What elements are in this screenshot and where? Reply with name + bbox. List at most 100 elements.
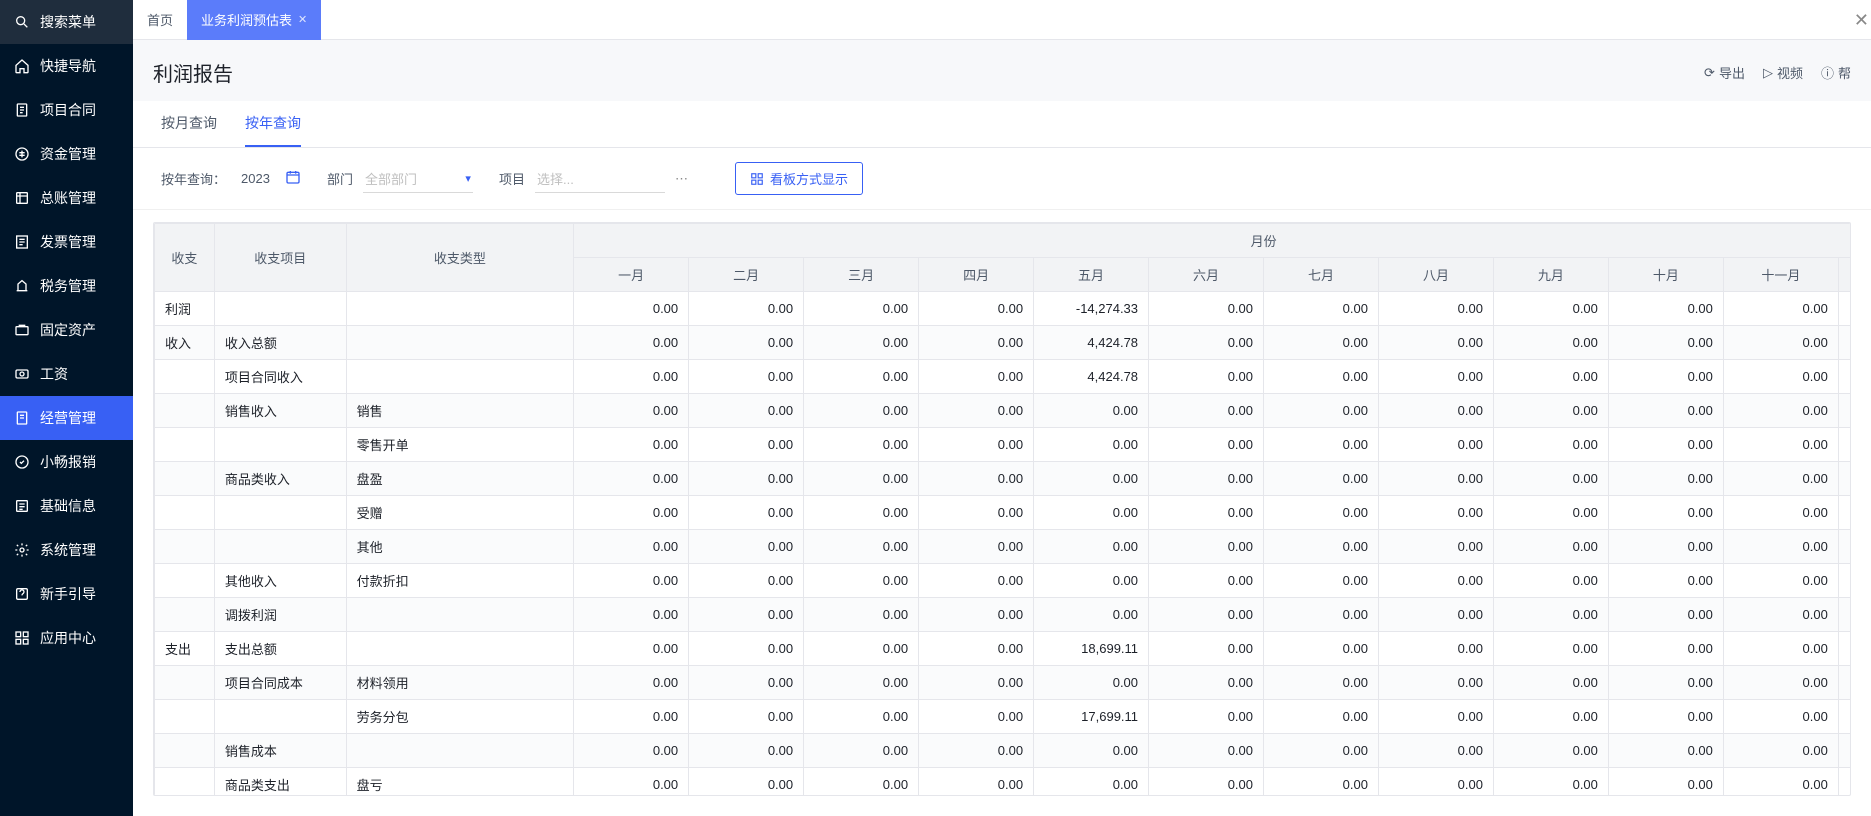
col-month-1: 二月 <box>689 258 804 292</box>
cell-cat <box>155 394 215 428</box>
cell-typ: 销售 <box>346 394 574 428</box>
cell-m11 <box>1838 292 1851 326</box>
cell-m7: 0.00 <box>1378 428 1493 462</box>
cell-m11 <box>1838 768 1851 797</box>
cell-m10: 0.00 <box>1723 768 1838 797</box>
cell-m9: 0.00 <box>1608 768 1723 797</box>
cell-typ <box>346 292 574 326</box>
tab-profit-estimate-label: 业务利润预估表 <box>201 10 292 29</box>
cell-m6: 0.00 <box>1264 530 1379 564</box>
sidebar-item-label: 工资 <box>40 364 68 384</box>
sidebar-item-label: 税务管理 <box>40 276 96 296</box>
cell-m1: 0.00 <box>689 632 804 666</box>
col-month-4: 五月 <box>1034 258 1149 292</box>
cell-sub <box>214 428 346 462</box>
cell-m9: 0.00 <box>1608 564 1723 598</box>
sidebar-item-13[interactable]: 新手引导 <box>0 572 133 616</box>
cell-sub: 其他收入 <box>214 564 346 598</box>
cell-m2: 0.00 <box>804 768 919 797</box>
sidebar-item-10[interactable]: 小畅报销 <box>0 440 133 484</box>
cell-m0: 0.00 <box>574 632 689 666</box>
sidebar-item-7[interactable]: 固定资产 <box>0 308 133 352</box>
cell-m7: 0.00 <box>1378 496 1493 530</box>
project-label: 项目 <box>499 169 525 188</box>
cell-m10: 0.00 <box>1723 496 1838 530</box>
more-icon[interactable]: ⋯ <box>675 171 689 187</box>
cell-m4: 0.00 <box>1034 394 1149 428</box>
cell-m10: 0.00 <box>1723 598 1838 632</box>
year-input[interactable]: 2023 <box>236 168 275 189</box>
cell-cat <box>155 666 215 700</box>
table-row: 受赠0.000.000.000.000.000.000.000.000.000.… <box>155 496 1852 530</box>
cell-m6: 0.00 <box>1264 666 1379 700</box>
cell-sub <box>214 292 346 326</box>
sidebar-item-11[interactable]: 基础信息 <box>0 484 133 528</box>
cell-m7: 0.00 <box>1378 632 1493 666</box>
help-button[interactable]: ⓘ 帮 <box>1821 63 1851 82</box>
cell-m5: 0.00 <box>1149 700 1264 734</box>
cell-typ <box>346 360 574 394</box>
kanban-button[interactable]: 看板方式显示 <box>735 162 863 195</box>
tab-close-all-icon[interactable]: ✕ <box>1854 10 1869 31</box>
cell-m0: 0.00 <box>574 394 689 428</box>
cell-m6: 0.00 <box>1264 734 1379 768</box>
cell-m11 <box>1838 564 1851 598</box>
tab-profit-estimate[interactable]: 业务利润预估表 ✕ <box>187 0 321 40</box>
video-button[interactable]: ▷ 视频 <box>1763 63 1803 82</box>
calendar-icon[interactable] <box>285 169 301 188</box>
cell-m10: 0.00 <box>1723 428 1838 462</box>
cell-typ <box>346 632 574 666</box>
cell-m2: 0.00 <box>804 326 919 360</box>
cell-m0: 0.00 <box>574 598 689 632</box>
sidebar-item-8[interactable]: 工资 <box>0 352 133 396</box>
col-month-8: 九月 <box>1493 258 1608 292</box>
dept-select[interactable]: 全部部门 ▾ <box>363 165 473 193</box>
tab-home-label: 首页 <box>147 10 173 29</box>
grid-icon <box>750 172 764 186</box>
cell-m4: 0.00 <box>1034 734 1149 768</box>
cell-m8: 0.00 <box>1493 394 1608 428</box>
cell-m6: 0.00 <box>1264 564 1379 598</box>
cell-m9: 0.00 <box>1608 394 1723 428</box>
sidebar-item-9[interactable]: 经营管理 <box>0 396 133 440</box>
cell-m10: 0.00 <box>1723 700 1838 734</box>
sidebar-item-3[interactable]: 资金管理 <box>0 132 133 176</box>
sidebar-item-1[interactable]: 快捷导航 <box>0 44 133 88</box>
project-select[interactable]: 选择... <box>535 165 665 193</box>
cell-m0: 0.00 <box>574 360 689 394</box>
sidebar-item-label: 搜索菜单 <box>40 12 96 32</box>
cell-m3: 0.00 <box>919 734 1034 768</box>
close-icon[interactable]: ✕ <box>298 13 307 26</box>
cell-m11 <box>1838 360 1851 394</box>
cell-m7: 0.00 <box>1378 666 1493 700</box>
cell-m8: 0.00 <box>1493 564 1608 598</box>
table-row: 调拨利润0.000.000.000.000.000.000.000.000.00… <box>155 598 1852 632</box>
sidebar-item-4[interactable]: 总账管理 <box>0 176 133 220</box>
dept-label: 部门 <box>327 169 353 188</box>
cell-typ: 受赠 <box>346 496 574 530</box>
cell-sub: 支出总额 <box>214 632 346 666</box>
cell-m4: 0.00 <box>1034 666 1149 700</box>
sidebar-item-5[interactable]: 发票管理 <box>0 220 133 264</box>
cell-typ <box>346 326 574 360</box>
doc-icon <box>14 102 30 118</box>
cell-cat <box>155 768 215 797</box>
year-value: 2023 <box>241 171 270 186</box>
table-row: 支出支出总额0.000.000.000.0018,699.110.000.000… <box>155 632 1852 666</box>
cell-m10: 0.00 <box>1723 394 1838 428</box>
tab-yearly[interactable]: 按年查询 <box>245 101 301 147</box>
export-button[interactable]: ⟳ 导出 <box>1704 63 1745 82</box>
sidebar-item-0[interactable]: 搜索菜单 <box>0 0 133 44</box>
report-table-scroll[interactable]: 收支收支项目收支类型月份一月二月三月四月五月六月七月八月九月十月十一月十二 利润… <box>153 222 1851 796</box>
sidebar-item-14[interactable]: 应用中心 <box>0 616 133 660</box>
sidebar-item-12[interactable]: 系统管理 <box>0 528 133 572</box>
tab-monthly[interactable]: 按月查询 <box>161 101 217 147</box>
sidebar-item-6[interactable]: 税务管理 <box>0 264 133 308</box>
cell-m5: 0.00 <box>1149 428 1264 462</box>
cell-m10: 0.00 <box>1723 530 1838 564</box>
sidebar-item-2[interactable]: 项目合同 <box>0 88 133 132</box>
sidebar-item-label: 系统管理 <box>40 540 96 560</box>
cell-m9: 0.00 <box>1608 666 1723 700</box>
wage-icon <box>14 366 30 382</box>
tab-home[interactable]: 首页 <box>133 0 187 40</box>
